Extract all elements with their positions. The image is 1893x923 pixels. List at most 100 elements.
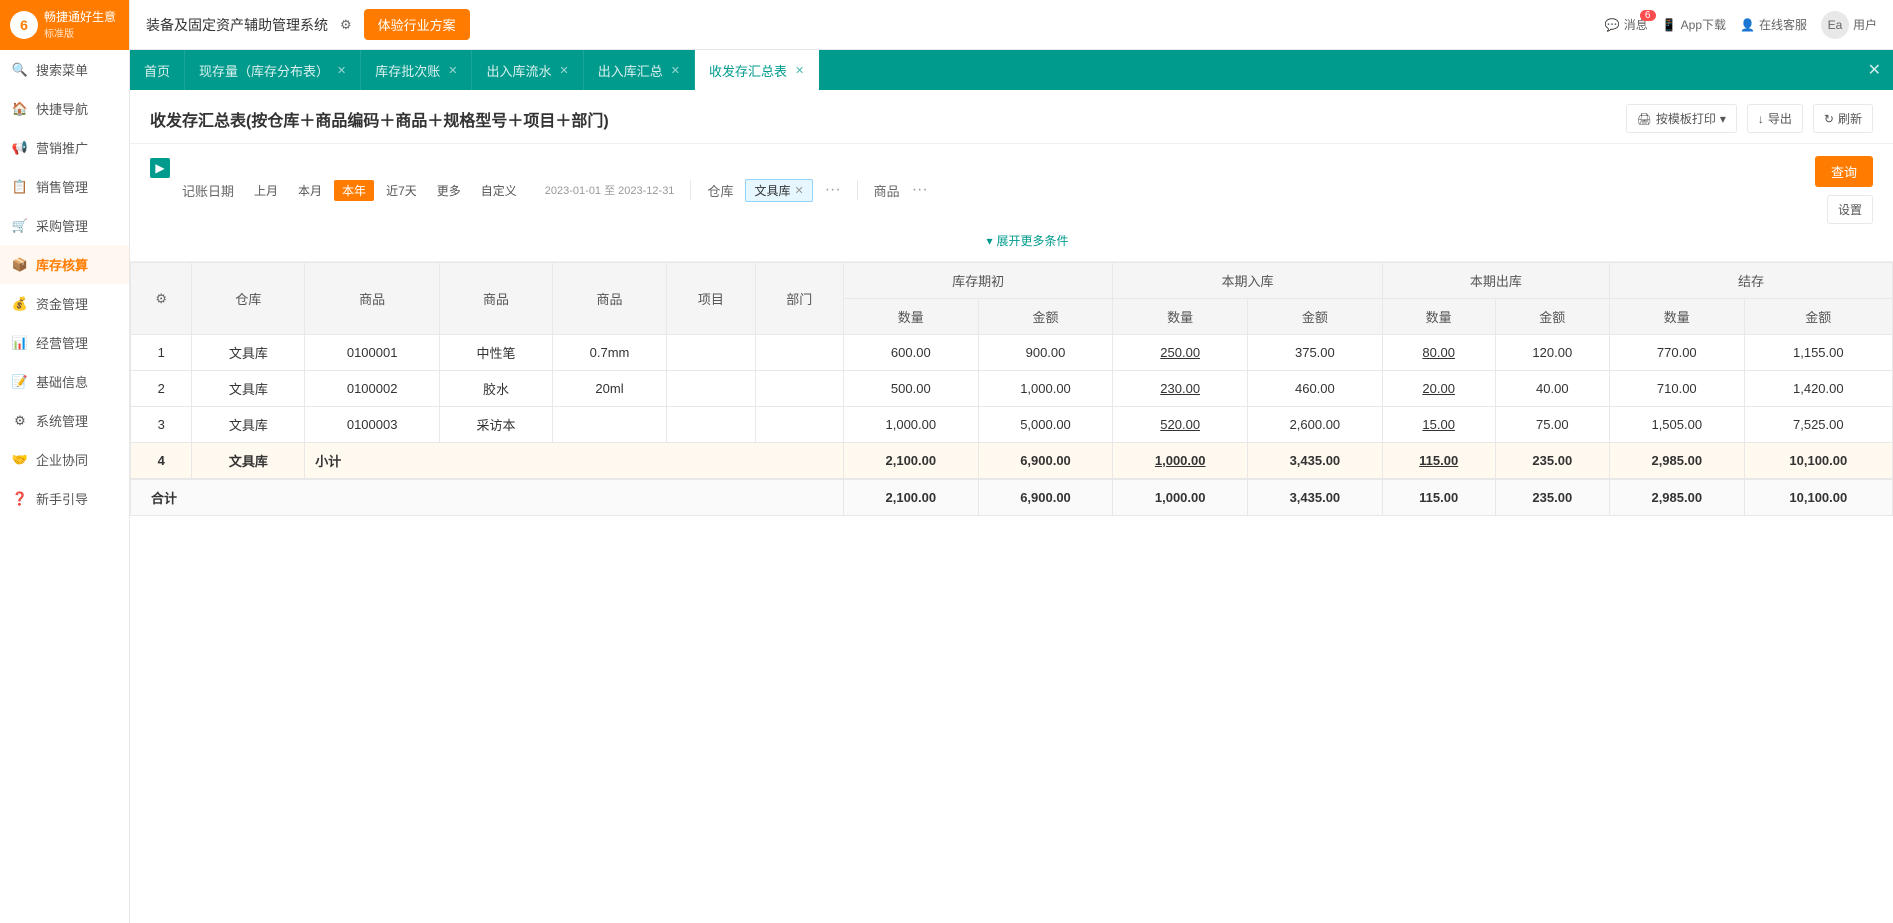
filter-toggle[interactable]: ▶ <box>150 158 170 178</box>
cell-out-qty-1[interactable]: 20.00 <box>1382 371 1495 407</box>
date-shortcuts: 上月 本月 本年 近7天 更多 自定义 <box>246 180 525 201</box>
cell-no-1: 2 <box>131 371 192 407</box>
sidebar-item-quick-nav[interactable]: 🏠 快捷导航 <box>0 89 129 128</box>
sidebar-item-system[interactable]: ⚙ 系统管理 <box>0 401 129 440</box>
online-service-item[interactable]: 👤 在线客服 <box>1740 16 1807 33</box>
query-button[interactable]: 查询 <box>1815 156 1873 187</box>
sidebar-label-inventory: 库存核算 <box>36 255 88 274</box>
expand-conditions-button[interactable]: ▾ 展开更多条件 <box>986 232 1068 249</box>
filter-row-2: ▾ 展开更多条件 <box>182 232 1873 249</box>
service-icon: 👤 <box>1740 18 1755 32</box>
cell-out-qty-2[interactable]: 15.00 <box>1382 407 1495 443</box>
sidebar-item-basic-info[interactable]: 📝 基础信息 <box>0 362 129 401</box>
total-label: 合计 <box>131 479 844 516</box>
filter-bar: ▶ 记账日期 上月 本月 本年 近7天 更多 <box>130 144 1893 262</box>
print-button[interactable]: 🖨 按模板打印 ▾ <box>1626 104 1737 133</box>
tab-receive-summary[interactable]: 收发存汇总表 ✕ <box>695 50 819 90</box>
table-row: 1 文具库 0100001 中性笔 0.7mm 600.00 900.00 25… <box>131 335 1893 371</box>
cell-opening-qty-1: 500.00 <box>843 371 978 407</box>
filter-row-1: 记账日期 上月 本月 本年 近7天 更多 自定义 2023-01-01 至 20… <box>182 156 1873 224</box>
warehouse-more[interactable]: ··· <box>825 181 841 199</box>
cell-in-amt-1: 460.00 <box>1248 371 1383 407</box>
th-closing-qty: 数量 <box>1609 299 1744 335</box>
filter-divider-2 <box>857 180 858 200</box>
sidebar-item-search[interactable]: 🔍 搜索菜单 <box>0 50 129 89</box>
export-button[interactable]: ↓ 导出 <box>1747 104 1803 133</box>
tabs-bar: 首页 现存量（库存分布表） ✕ 库存批次账 ✕ 出入库流水 ✕ 出入库汇总 ✕ … <box>130 50 1893 90</box>
sidebar-item-operations[interactable]: 📊 经营管理 <box>0 323 129 362</box>
message-badge: 6 <box>1640 10 1656 21</box>
app-download-label: App下载 <box>1681 16 1726 33</box>
expand-label: 展开更多条件 <box>997 232 1069 249</box>
tab-inventory-dist-label: 现存量（库存分布表） <box>199 61 329 80</box>
cell-opening-qty-0: 600.00 <box>843 335 978 371</box>
date-btn-last-month[interactable]: 上月 <box>246 180 286 201</box>
total-opening-amt: 6,900.00 <box>978 479 1113 516</box>
sidebar-item-purchase[interactable]: 🛒 采购管理 <box>0 206 129 245</box>
app-download-item[interactable]: 📱 App下载 <box>1662 16 1726 33</box>
refresh-button[interactable]: ↻ 刷新 <box>1813 104 1873 133</box>
subtotal-closing-qty: 2,985.00 <box>1609 443 1744 480</box>
warehouse-tag-close[interactable]: ✕ <box>794 184 803 197</box>
cell-in-qty-0[interactable]: 250.00 <box>1113 335 1248 371</box>
export-icon: ↓ <box>1758 112 1764 126</box>
tab-summary[interactable]: 出入库汇总 ✕ <box>584 50 695 90</box>
total-closing-qty: 2,985.00 <box>1609 479 1744 516</box>
subtotal-out-qty[interactable]: 115.00 <box>1382 443 1495 480</box>
tab-flow[interactable]: 出入库流水 ✕ <box>472 50 583 90</box>
operations-icon: 📊 <box>12 335 28 351</box>
cell-opening-amt-0: 900.00 <box>978 335 1113 371</box>
tab-home[interactable]: 首页 <box>130 50 185 90</box>
system-settings-icon[interactable]: ⚙ <box>340 17 352 33</box>
tabs-close-all[interactable]: ✕ <box>1856 60 1893 80</box>
cell-product-code-1: 0100002 <box>305 371 440 407</box>
sidebar-item-sales[interactable]: 📋 销售管理 <box>0 167 129 206</box>
cell-no-2: 3 <box>131 407 192 443</box>
total-in-qty: 1,000.00 <box>1113 479 1248 516</box>
total-opening-qty: 2,100.00 <box>843 479 978 516</box>
tab-batch[interactable]: 库存批次账 ✕ <box>361 50 472 90</box>
tab-receive-summary-close[interactable]: ✕ <box>795 64 804 77</box>
data-table: ⚙ 仓库 商品 商品 商品 项目 部门 库存期初 本期入库 本期出库 <box>130 262 1893 516</box>
user-avatar-item[interactable]: Ea 用户 <box>1821 11 1877 39</box>
th-opening-qty: 数量 <box>843 299 978 335</box>
cell-warehouse-2: 文具库 <box>192 407 305 443</box>
th-warehouse: 仓库 <box>192 263 305 335</box>
cell-in-qty-2[interactable]: 520.00 <box>1113 407 1248 443</box>
cell-out-qty-0[interactable]: 80.00 <box>1382 335 1495 371</box>
date-btn-more[interactable]: 更多 <box>429 180 469 201</box>
tab-inventory-dist[interactable]: 现存量（库存分布表） ✕ <box>185 50 361 90</box>
cell-opening-amt-2: 5,000.00 <box>978 407 1113 443</box>
date-btn-last-7[interactable]: 近7天 <box>378 180 425 201</box>
tab-inventory-dist-close[interactable]: ✕ <box>337 64 346 77</box>
sidebar-item-finance[interactable]: 💰 资金管理 <box>0 284 129 323</box>
cell-warehouse-1: 文具库 <box>192 371 305 407</box>
settings-small-button[interactable]: 设置 <box>1827 195 1873 224</box>
message-bell-icon: 💬 <box>1605 18 1620 32</box>
cell-in-amt-0: 375.00 <box>1248 335 1383 371</box>
date-btn-this-month[interactable]: 本月 <box>290 180 330 201</box>
trial-button[interactable]: 体验行业方案 <box>364 9 470 40</box>
th-product-name: 商品 <box>440 263 553 335</box>
cell-out-amt-0: 120.00 <box>1495 335 1609 371</box>
sidebar-label-sales: 销售管理 <box>36 177 88 196</box>
table-settings-icon[interactable]: ⚙ <box>141 291 181 307</box>
sidebar-item-guide[interactable]: ❓ 新手引导 <box>0 479 129 518</box>
table-row: 3 文具库 0100003 采访本 1,000.00 5,000.00 520.… <box>131 407 1893 443</box>
sidebar-item-inventory[interactable]: 📦 库存核算 <box>0 245 129 284</box>
basic-info-icon: 📝 <box>12 374 28 390</box>
online-service-label: 在线客服 <box>1759 16 1807 33</box>
sidebar-item-enterprise[interactable]: 🤝 企业协同 <box>0 440 129 479</box>
cell-in-qty-1[interactable]: 230.00 <box>1113 371 1248 407</box>
message-icon-item[interactable]: 💬 消息 6 <box>1605 16 1648 33</box>
sidebar-item-marketing[interactable]: 📢 营销推广 <box>0 128 129 167</box>
subtotal-in-qty[interactable]: 1,000.00 <box>1113 443 1248 480</box>
cell-out-amt-2: 75.00 <box>1495 407 1609 443</box>
tab-summary-close[interactable]: ✕ <box>671 64 680 77</box>
tab-flow-close[interactable]: ✕ <box>560 64 569 77</box>
date-btn-custom[interactable]: 自定义 <box>473 180 525 201</box>
tab-batch-close[interactable]: ✕ <box>448 64 457 77</box>
cell-product-spec-2 <box>552 407 666 443</box>
product-more[interactable]: ··· <box>912 181 928 199</box>
date-btn-this-year[interactable]: 本年 <box>334 180 374 201</box>
